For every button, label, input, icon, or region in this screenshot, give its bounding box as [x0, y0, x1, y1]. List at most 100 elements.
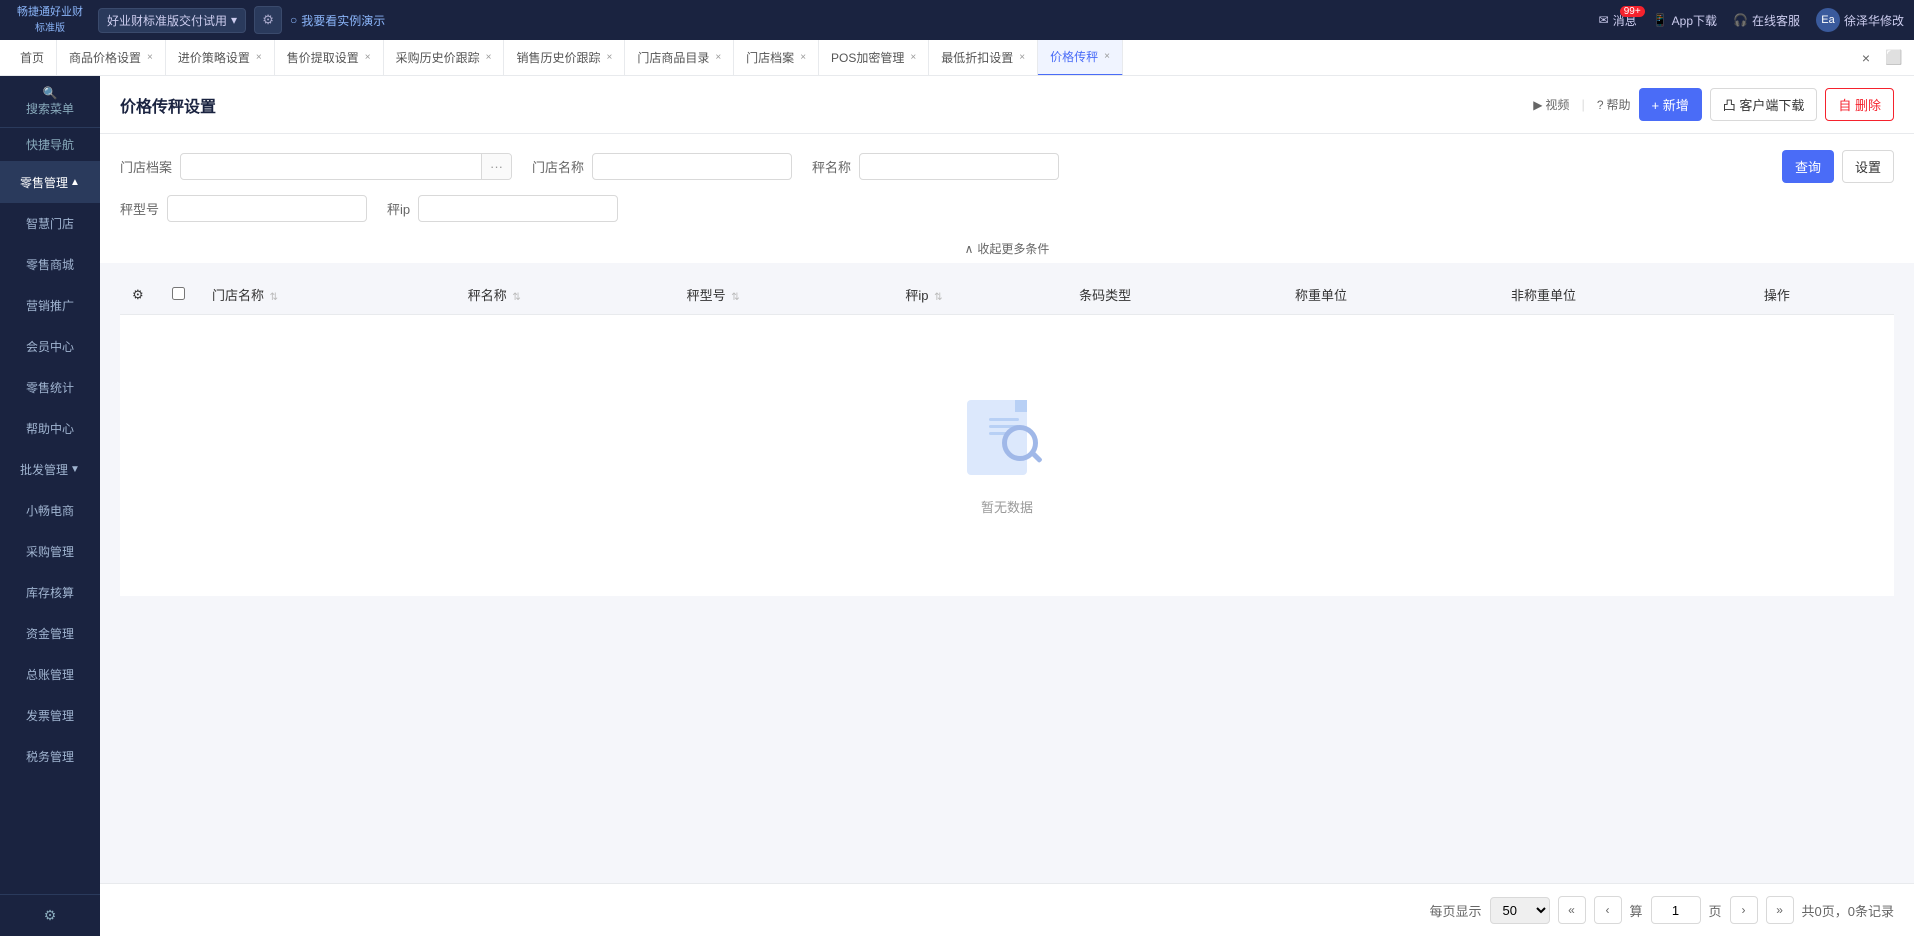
add-button[interactable]: + 新增 [1639, 88, 1702, 121]
online-service-label: 在线客服 [1752, 12, 1800, 29]
sort-icon[interactable]: ⇅ [934, 292, 942, 303]
tab-store-archive[interactable]: 门店档案× [734, 40, 819, 76]
tab-close-icon[interactable]: × [1019, 52, 1025, 63]
sidebar-item-wholesale[interactable]: 批发管理 ▼ [0, 449, 100, 490]
sidebar-item-finance[interactable]: 资金管理 [0, 613, 100, 654]
download-client-button[interactable]: 凸 客户端下载 [1710, 88, 1818, 121]
video-help-link[interactable]: ▶ 视频 [1533, 96, 1569, 113]
message-icon: ✉ [1599, 13, 1609, 27]
page-number-input[interactable] [1651, 896, 1701, 924]
th-settings[interactable]: ⚙ [120, 275, 160, 315]
filter-row-2: 秤型号 秤ip [120, 195, 1894, 222]
sidebar-item-member-center[interactable]: 会员中心 [0, 326, 100, 367]
sidebar-item-smart-store[interactable]: 智慧门店 [0, 203, 100, 244]
sort-icon[interactable]: ⇅ [270, 292, 278, 303]
sidebar-item-retail-mall[interactable]: 零售商城 [0, 244, 100, 285]
online-service-button[interactable]: 🎧 在线客服 [1733, 12, 1800, 29]
sidebar-item-inventory[interactable]: 库存核算 [0, 572, 100, 613]
bottom-settings-icon[interactable]: ⚙ [44, 907, 57, 924]
sidebar-item-invoice[interactable]: 发票管理 [0, 695, 100, 736]
tab-store-catalog[interactable]: 门店商品目录 × [625, 40, 734, 76]
sort-icon[interactable]: ⇅ [512, 292, 520, 303]
help-icon: ? [1597, 98, 1604, 112]
sidebar-item-retail-statistics[interactable]: 零售统计 [0, 367, 100, 408]
scale-name-input[interactable] [859, 153, 1059, 180]
tab-sale-extract[interactable]: 售价提取设置× [275, 40, 384, 76]
delete-button[interactable]: 自 删除 [1825, 88, 1894, 121]
select-all-checkbox[interactable] [172, 287, 185, 300]
tab-sale-history[interactable]: 销售历史价跟踪 × [504, 40, 625, 76]
sidebar-item-purchase[interactable]: 采购管理 [0, 531, 100, 572]
tab-label: 销售历史价跟踪 [516, 49, 600, 66]
tab-label: 门店商品目录 [637, 49, 709, 66]
col-scale-model-label: 秤型号 [687, 288, 726, 303]
sidebar-item-general-ledger[interactable]: 总账管理 [0, 654, 100, 695]
sidebar: 🔍 搜索菜单 快捷导航 零售管理 ▲ 智慧门店 零售商城 营销推广 会员中心 零… [0, 76, 100, 936]
tab-purchase-history[interactable]: 采购历史价跟踪× [384, 40, 505, 76]
tab-pos-encrypt[interactable]: POS加密管理× [819, 40, 929, 76]
col-operation-label: 操作 [1764, 288, 1790, 303]
app-download-button[interactable]: 📱 App下载 [1653, 12, 1717, 29]
tab-close-icon[interactable]: × [147, 52, 153, 63]
version-settings-button[interactable]: ⚙ [254, 6, 282, 34]
search-icon: 🔍 [43, 86, 58, 100]
tab-close-icon[interactable]: × [1104, 51, 1110, 62]
tab-home[interactable]: 首页 [8, 40, 57, 76]
app-title: 畅捷通好业财 [17, 6, 83, 19]
tab-close-icon[interactable]: × [365, 52, 371, 63]
sidebar-quick-nav[interactable]: 快捷导航 [0, 128, 100, 162]
tab-label: 最低折扣设置 [941, 49, 1013, 66]
version-selector[interactable]: 好业财标准版交付试用 ▾ [98, 8, 246, 33]
sidebar-item-label: 采购管理 [26, 543, 74, 560]
collapse-label: 收起更多条件 [977, 240, 1049, 257]
user-area[interactable]: Ea 徐泽华修改 [1816, 8, 1904, 32]
filter-settings-button[interactable]: 设置 [1842, 150, 1894, 183]
store-name-label: 门店名称 [532, 157, 584, 176]
page-size-select[interactable]: 50 10 20 100 [1490, 897, 1550, 924]
next-page-button[interactable]: › [1730, 896, 1758, 924]
col-scale-name-label: 秤名称 [468, 288, 507, 303]
version-label: 好业财标准版交付试用 [107, 12, 227, 29]
main-layout: 🔍 搜索菜单 快捷导航 零售管理 ▲ 智慧门店 零售商城 营销推广 会员中心 零… [0, 76, 1914, 936]
messages-button[interactable]: ✉ 消息 99+ [1599, 12, 1637, 29]
scale-ip-input[interactable] [418, 195, 618, 222]
prev-page-button[interactable]: ‹ [1594, 896, 1622, 924]
tab-bar-actions: × ⬜ [1854, 46, 1914, 70]
th-checkbox[interactable] [160, 275, 200, 315]
more-icon[interactable]: ··· [481, 154, 511, 179]
sort-icon[interactable]: ⇅ [731, 292, 739, 303]
sidebar-item-ecommerce[interactable]: 小畅电商 [0, 490, 100, 531]
tab-close-icon[interactable]: × [910, 52, 916, 63]
page-title: 价格传秤设置 [120, 93, 216, 117]
tab-close-icon[interactable]: × [800, 52, 806, 63]
tab-close-icon[interactable]: × [256, 52, 262, 63]
last-page-button[interactable]: » [1766, 896, 1794, 924]
store-name-input[interactable] [592, 153, 792, 180]
headset-icon: 🎧 [1733, 13, 1748, 27]
first-page-button[interactable]: « [1558, 896, 1586, 924]
top-bar: 畅捷通好业财 标准版 好业财标准版交付试用 ▾ ⚙ ○ 我要看实例演示 ✉ 消息… [0, 0, 1914, 40]
tab-close-icon[interactable]: × [606, 52, 612, 63]
sidebar-item-retail-management[interactable]: 零售管理 ▲ [0, 162, 100, 203]
sidebar-search[interactable]: 🔍 搜索菜单 [0, 76, 100, 128]
tab-expand-button[interactable]: ⬜ [1882, 46, 1906, 70]
tab-min-discount[interactable]: 最低折扣设置 × [929, 40, 1038, 76]
tab-price-settings[interactable]: 商品价格设置× [57, 40, 166, 76]
sidebar-item-tax[interactable]: 税务管理 [0, 736, 100, 777]
sidebar-item-marketing[interactable]: 营销推广 [0, 285, 100, 326]
scale-model-input[interactable] [167, 195, 367, 222]
sidebar-item-help-center[interactable]: 帮助中心 [0, 408, 100, 449]
collapse-row: ∧ 收起更多条件 [120, 234, 1894, 263]
tab-close-icon[interactable]: × [486, 52, 492, 63]
tab-purchase-strategy[interactable]: 进价策略设置× [166, 40, 275, 76]
page-actions: ▶ 视频 | ? 帮助 + 新增 凸 客户端下载 自 删除 [1533, 88, 1894, 121]
tab-close-button[interactable]: × [1854, 46, 1878, 70]
sidebar-item-label: 库存核算 [26, 584, 74, 601]
help-link[interactable]: ? 帮助 [1597, 96, 1631, 113]
collapse-button[interactable]: ∧ 收起更多条件 [965, 240, 1050, 257]
tab-close-icon[interactable]: × [715, 52, 721, 63]
search-button[interactable]: 查询 [1782, 150, 1834, 183]
tab-price-scale[interactable]: 价格传秤× [1038, 40, 1123, 76]
demo-link[interactable]: ○ 我要看实例演示 [290, 12, 385, 29]
store-archive-input[interactable] [181, 154, 481, 179]
